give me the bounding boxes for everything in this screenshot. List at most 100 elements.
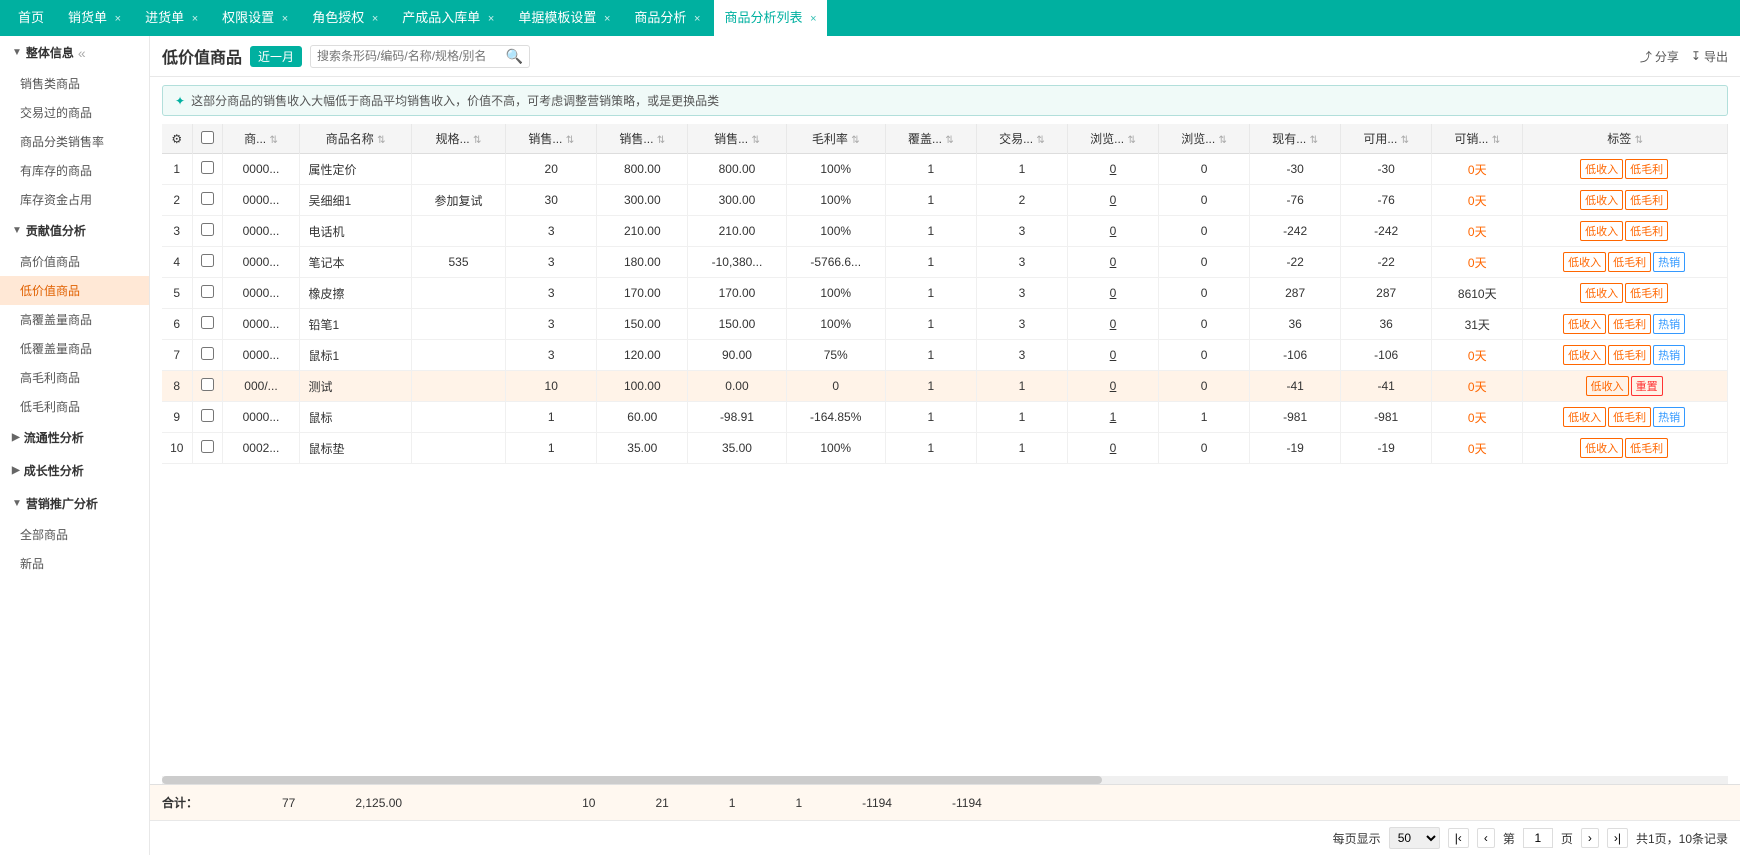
nav-role[interactable]: 角色授权 × [302,0,388,36]
sidebar-item-stock-fund[interactable]: 库存资金占用 [0,185,149,214]
sidebar-group-marketing[interactable]: ▼ 营销推广分析 [0,487,149,520]
row-browse1[interactable]: 0 [1067,371,1158,402]
search-input[interactable] [317,49,506,63]
row-checkbox[interactable] [192,185,222,216]
sidebar-group-overall[interactable]: ▼ 整体信息 « [0,36,149,69]
page-number-input[interactable] [1523,828,1553,848]
col-name[interactable]: 商品名称 ⇅ [300,124,411,154]
row-checkbox[interactable] [192,433,222,464]
row-name[interactable]: 铅笔1 [300,309,411,340]
row-tags: 低收入低毛利 [1523,216,1728,247]
row-name[interactable]: 电话机 [300,216,411,247]
row-checkbox[interactable] [192,309,222,340]
row-name[interactable]: 鼠标垫 [300,433,411,464]
row-spec [411,216,505,247]
row-checkbox-input[interactable] [201,378,214,391]
row-checkbox-input[interactable] [201,316,214,329]
scrollbar[interactable] [162,776,1728,784]
nav-template[interactable]: 单据模板设置 × [508,0,620,36]
row-name[interactable]: 测试 [300,371,411,402]
sidebar-item-stock-goods[interactable]: 有库存的商品 [0,156,149,185]
sidebar-item-new-goods[interactable]: 新品 [0,549,149,578]
row-browse1[interactable]: 0 [1067,340,1158,371]
row-browse1[interactable]: 0 [1067,309,1158,340]
row-checkbox[interactable] [192,371,222,402]
row-checkbox[interactable] [192,402,222,433]
row-checkbox-input[interactable] [201,161,214,174]
row-browse1[interactable]: 0 [1067,154,1158,185]
row-checkbox-input[interactable] [201,223,214,236]
search-icon[interactable]: 🔍 [506,48,523,65]
col-code[interactable]: 商... ⇅ [222,124,300,154]
sidebar-item-sales-goods[interactable]: 销售类商品 [0,69,149,98]
col-tags[interactable]: 标签 ⇅ [1523,124,1728,154]
next-page-button[interactable]: › [1581,828,1599,848]
row-checkbox[interactable] [192,154,222,185]
col-browse1[interactable]: 浏览... ⇅ [1067,124,1158,154]
col-coverage[interactable]: 覆盖... ⇅ [885,124,976,154]
sidebar-item-all-goods[interactable]: 全部商品 [0,520,149,549]
col-transaction[interactable]: 交易... ⇅ [976,124,1067,154]
page-size-select[interactable]: 50 100 200 [1389,827,1440,849]
nav-purchase[interactable]: 进货单 × [135,0,208,36]
sidebar-item-low-coverage[interactable]: 低覆盖量商品 [0,334,149,363]
row-checkbox-input[interactable] [201,440,214,453]
nav-home[interactable]: 首页 [8,0,54,36]
row-browse1[interactable]: 0 [1067,216,1158,247]
row-checkbox-input[interactable] [201,409,214,422]
col-spec[interactable]: 规格... ⇅ [411,124,505,154]
row-checkbox-input[interactable] [201,285,214,298]
nav-permission[interactable]: 权限设置 × [212,0,298,36]
col-sales-price[interactable]: 销售... ⇅ [597,124,688,154]
prev-page-button[interactable]: ‹ [1477,828,1495,848]
col-browse2[interactable]: 浏览... ⇅ [1159,124,1250,154]
row-browse1[interactable]: 0 [1067,278,1158,309]
row-checkbox-input[interactable] [201,254,214,267]
row-name[interactable]: 吴细细1 [300,185,411,216]
row-browse1[interactable]: 0 [1067,433,1158,464]
col-sales-qty[interactable]: 销售... ⇅ [506,124,597,154]
row-name[interactable]: 笔记本 [300,247,411,278]
row-checkbox-input[interactable] [201,192,214,205]
row-checkbox[interactable] [192,340,222,371]
col-settings[interactable]: ⚙ [162,124,192,154]
nav-product-in[interactable]: 产成品入库单 × [392,0,504,36]
row-browse1[interactable]: 0 [1067,247,1158,278]
sidebar-group-circulation[interactable]: ▶ 流通性分析 [0,421,149,454]
sidebar-item-category-sales[interactable]: 商品分类销售率 [0,127,149,156]
row-name[interactable]: 鼠标 [300,402,411,433]
row-name[interactable]: 橡皮擦 [300,278,411,309]
row-checkbox[interactable] [192,216,222,247]
export-button[interactable]: ↧ 导出 [1691,48,1728,65]
sidebar-group-growth[interactable]: ▶ 成长性分析 [0,454,149,487]
nav-sales[interactable]: 销货单 × [58,0,131,36]
sidebar-item-high-value[interactable]: 高价值商品 [0,247,149,276]
last-page-button[interactable]: ›| [1607,828,1628,848]
col-available[interactable]: 可用... ⇅ [1341,124,1432,154]
sidebar-collapse-overall[interactable]: « [78,45,86,61]
share-button[interactable]: ⤴ 分享 [1640,48,1679,65]
nav-analysis[interactable]: 商品分析 × [624,0,710,36]
row-browse1[interactable]: 0 [1067,185,1158,216]
col-margin-rate[interactable]: 毛利率 ⇅ [786,124,885,154]
sidebar-item-high-coverage[interactable]: 高覆盖量商品 [0,305,149,334]
col-sales-amount[interactable]: 销售... ⇅ [688,124,786,154]
row-name[interactable]: 鼠标1 [300,340,411,371]
row-checkbox[interactable] [192,278,222,309]
row-checkbox[interactable] [192,247,222,278]
row-browse1[interactable]: 1 [1067,402,1158,433]
sidebar-item-low-margin[interactable]: 低毛利商品 [0,392,149,421]
first-page-button[interactable]: |‹ [1448,828,1469,848]
row-checkbox-input[interactable] [201,347,214,360]
col-saleable[interactable]: 可销... ⇅ [1432,124,1523,154]
sidebar-item-low-value[interactable]: 低价值商品 [0,276,149,305]
period-badge[interactable]: 近一月 [250,46,302,67]
sidebar-group-contribution[interactable]: ▼ 贡献值分析 [0,214,149,247]
sidebar-item-high-margin[interactable]: 高毛利商品 [0,363,149,392]
scrollbar-thumb[interactable] [162,776,1102,784]
col-current-stock[interactable]: 现有... ⇅ [1250,124,1341,154]
row-name[interactable]: 属性定价 [300,154,411,185]
nav-analysis-list[interactable]: 商品分析列表 × [714,0,826,36]
sidebar-item-traded-goods[interactable]: 交易过的商品 [0,98,149,127]
select-all-checkbox[interactable] [201,131,214,144]
